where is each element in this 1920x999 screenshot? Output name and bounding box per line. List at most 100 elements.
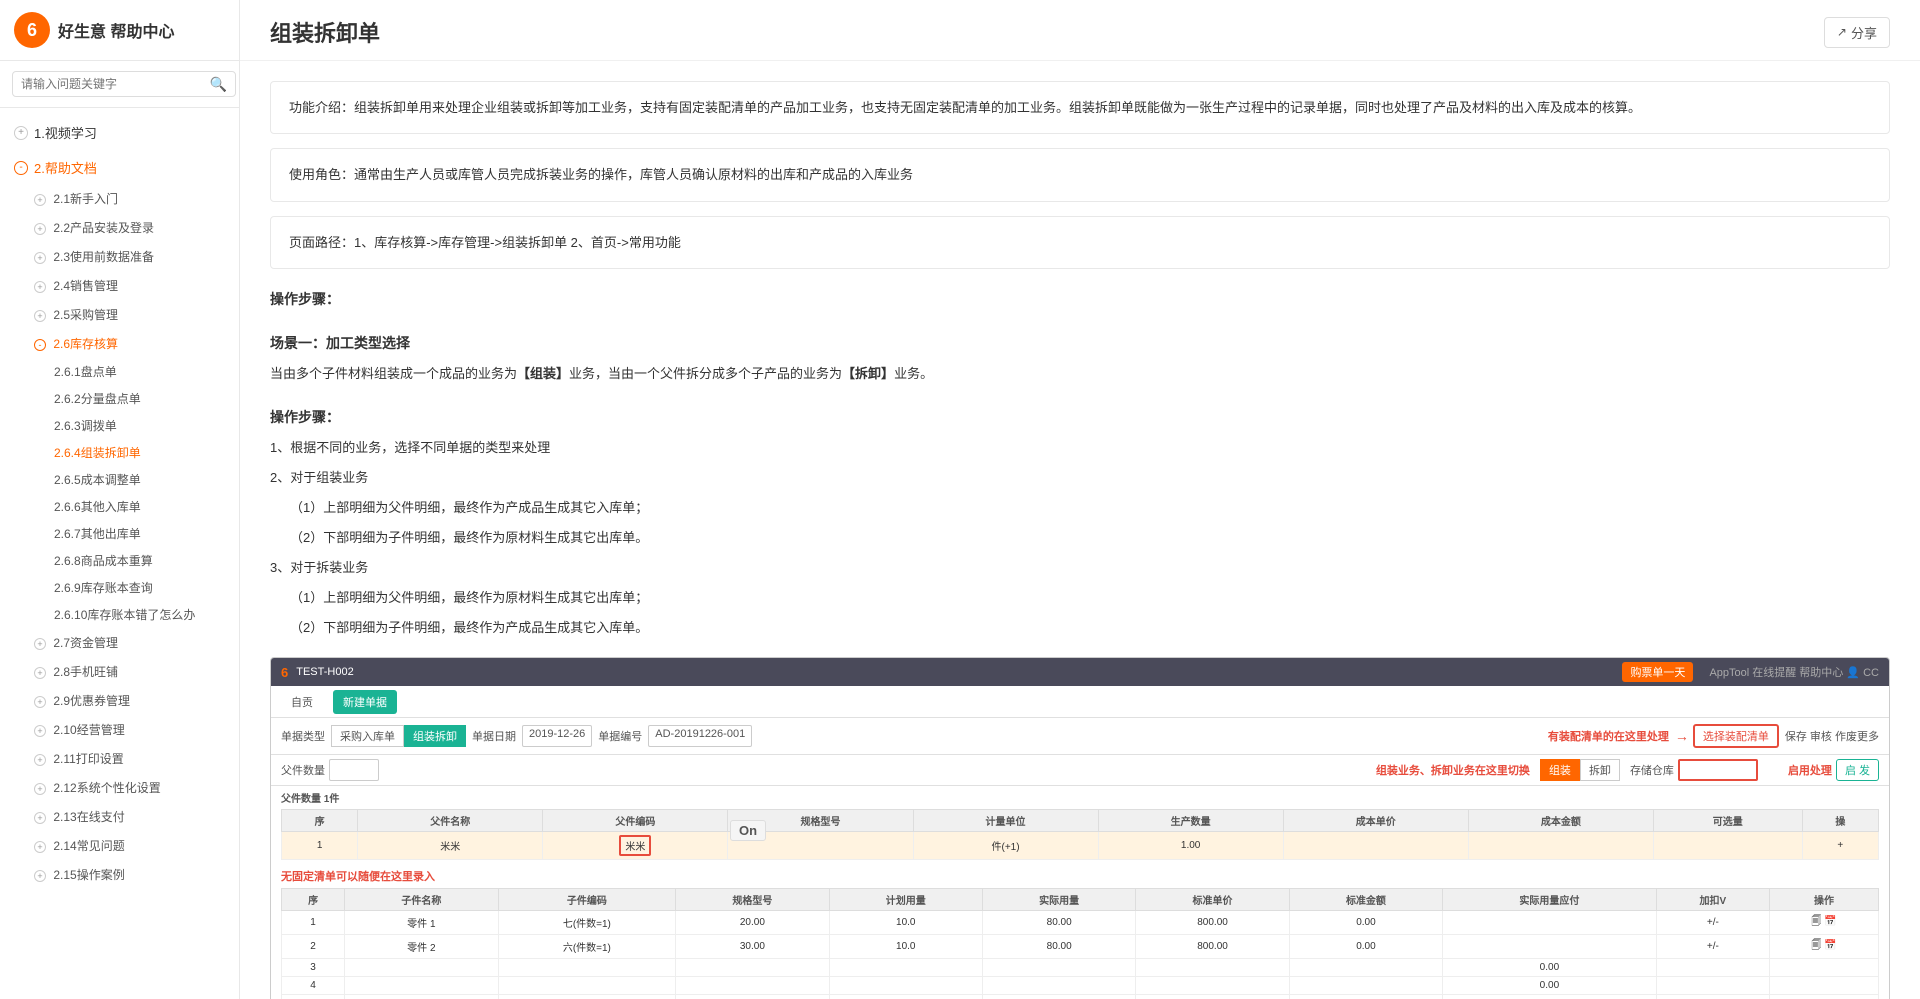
col-avail: 可选量 [1653,810,1802,832]
sidebar-item-newbie[interactable]: + 2.1新手入门 [0,184,239,213]
type-segment: 采购入库单 组装拆卸 [331,725,466,747]
toggle-disassembly[interactable]: 拆卸 [1580,759,1620,781]
step1: 1、根据不同的业务，选择不同单据的类型来处理 [270,435,1890,461]
sim-tab-home[interactable]: 自贡 [281,690,323,714]
col-name: 父件名称 [358,810,543,832]
sidebar-item-faq[interactable]: + 2.14常见问题 [0,831,239,860]
sidebar-item-install[interactable]: + 2.2产品安装及登录 [0,213,239,242]
nav-section-label-docs: 2.帮助文档 [34,158,97,177]
lcell-seq-2: 2 [282,935,345,959]
nav-sub-sub-items-inventory: 2.6.1盘点单 2.6.2分量盘点单 2.6.3调拨单 2.6.4组装拆卸单 … [0,358,239,628]
sidebar-item-online[interactable]: + 2.13在线支付 [0,802,239,831]
sidebar-item-inventory-2610[interactable]: 2.6.10库存账本错了怎么办 [10,601,239,628]
lcell-spec-1: 20.00 [676,911,829,935]
ann1-text: 有装配清单的在这里处理 [1548,728,1669,744]
sidebar-header: 6 好生意 帮助中心 [0,0,239,61]
nav-section-title-video[interactable]: + 1.视频学习 [0,116,239,149]
lcell-real-2 [1443,935,1657,959]
lcell-unit-1: 10.0 [829,911,982,935]
sidebar-item-inventory-261[interactable]: 2.6.1盘点单 [10,358,239,385]
lcol-unit: 计划用量 [829,889,982,911]
form-label-date: 单据日期 [472,728,516,744]
sidebar-item-inventory-268[interactable]: 2.6.8商品成本重算 [10,547,239,574]
sidebar-item-data[interactable]: + 2.3使用前数据准备 [0,242,239,271]
expand-icon-data: + [34,252,46,264]
share-icon: ↗ [1837,25,1847,39]
sim-topbar: 6 TEST-H002 购票单一天 AppTool 在线提醒 帮助中心 👤 CC [271,658,1889,686]
sidebar-item-inventory-266[interactable]: 2.6.6其他入库单 [10,493,239,520]
lcell-spec-2: 30.00 [676,935,829,959]
expand-icon-faq: + [34,841,46,853]
page-title: 组装拆卸单 [270,16,380,48]
expand-icon-ops: + [34,725,46,737]
info-block-path: 页面路径：1、库存核算->库存管理->组装拆卸单 2、首页->常用功能 [270,216,1890,269]
sidebar-item-sales[interactable]: + 2.4销售管理 [0,271,239,300]
sidebar-item-cases[interactable]: + 2.15操作案例 [0,860,239,889]
lower-row-3: 3 0.00 [282,959,1879,977]
lcell-seq-1: 1 [282,911,345,935]
lcell-seq-5: 5 [282,995,345,999]
sim-tab-new[interactable]: 新建单据 [333,690,397,714]
sidebar-item-custom[interactable]: + 2.12系统个性化设置 [0,773,239,802]
code-input-1[interactable]: 米米 [619,835,651,856]
lcell-real-1 [1443,911,1657,935]
info-func-content: 功能介绍：组装拆卸单用来处理企业组装或拆卸等加工业务，支持有固定装配清单的产品加… [289,100,1641,115]
cell-qty-1: 1.00 [1098,832,1283,860]
lcol-spec: 规格型号 [676,889,829,911]
main-content: 组装拆卸单 ↗ 分享 功能介绍：组装拆卸单用来处理企业组装或拆卸等加工业务，支持… [240,0,1920,999]
sidebar-item-inventory[interactable]: - 2.6库存核算 [0,329,239,358]
sidebar-item-inventory-269[interactable]: 2.6.9库存账本查询 [10,574,239,601]
expand-icon-install: + [34,223,46,235]
nav-section-label-video: 1.视频学习 [34,123,97,142]
sidebar-label-install: 2.2产品安装及登录 [53,221,154,235]
search-input[interactable] [12,71,236,97]
search-button[interactable]: 🔍 [210,76,227,93]
lcell-action-1: 🗐 📅 [1769,911,1878,935]
form-no[interactable]: AD-20191226-001 [648,725,752,747]
form-type-label: 单据类型 [281,728,325,744]
warehouse-input[interactable] [1678,759,1758,781]
sidebar-item-inventory-265[interactable]: 2.6.5成本调整单 [10,466,239,493]
info-block-role: 使用角色：通常由生产人员或库管人员完成拆装业务的操作，库管人员确认原材料的出库和… [270,148,1890,201]
brand-name: 好生意 帮助中心 [58,18,174,42]
sidebar-item-ops[interactable]: + 2.10经营管理 [0,715,239,744]
lower-row-4: 4 0.00 [282,977,1879,995]
form-date[interactable]: 2019-12-26 [522,725,592,747]
nav-section-title-docs[interactable]: - 2.帮助文档 [0,151,239,184]
search-box: 🔍 [0,61,239,108]
lower-table: 序 子件名称 子件编码 规格型号 计划用量 实际用量 标准单价 标准金额 实际用… [281,888,1879,999]
collapse-icon-docs: - [14,161,28,175]
toggle-assembly[interactable]: 组装 [1540,759,1580,781]
col-qty: 生产数量 [1098,810,1283,832]
sidebar-item-finance[interactable]: + 2.7资金管理 [0,628,239,657]
sim-new-btn[interactable]: 购票单一天 [1622,662,1693,682]
step3a: （1）上部明细为父件明细，最终作为原材料生成其它出库单； [290,585,1890,611]
lcell-actual-1: 80.00 [982,911,1135,935]
app-logo: 6 [14,12,50,48]
expand-icon-finance: + [34,638,46,650]
sim-company: TEST-H002 [296,666,353,678]
sidebar-item-inventory-263[interactable]: 2.6.3调拨单 [10,412,239,439]
sidebar-item-print[interactable]: + 2.11打印设置 [0,744,239,773]
assembly-toggle: 组装 拆卸 [1540,759,1620,781]
warehouse-label: 存储仓库 [1630,762,1674,778]
warehouse-row: 存储仓库 [1630,759,1758,781]
sidebar-item-mobile[interactable]: + 2.8手机旺铺 [0,657,239,686]
seg-btn-purchase[interactable]: 采购入库单 [331,725,404,747]
ann3-container: 启用处理 启 发 [1788,759,1879,781]
sidebar-item-inventory-264[interactable]: 2.6.4组装拆卸单 [10,439,239,466]
seg-btn-assembly[interactable]: 组装拆卸 [404,725,466,747]
info-block-func: 功能介绍：组装拆卸单用来处理企业组装或拆卸等加工业务，支持有固定装配清单的产品加… [270,81,1890,134]
sidebar-item-purchase[interactable]: + 2.5采购管理 [0,300,239,329]
lcell-seq-3: 3 [282,959,345,977]
sidebar-item-inventory-262[interactable]: 2.6.2分量盘点单 [10,385,239,412]
sidebar-item-coupon[interactable]: + 2.9优惠券管理 [0,686,239,715]
sidebar-item-inventory-267[interactable]: 2.6.7其他出库单 [10,520,239,547]
lcell-total-2: 0.00 [1289,935,1442,959]
step2b: （2）下部明细为子件明细，最终作为原材料生成其它出库单。 [290,525,1890,551]
count-input[interactable] [329,759,379,781]
col-cost: 成本单价 [1283,810,1468,832]
share-button[interactable]: ↗ 分享 [1824,17,1890,48]
enable-btn[interactable]: 启 发 [1836,759,1879,781]
step2: 2、对于组装业务 [270,465,1890,491]
